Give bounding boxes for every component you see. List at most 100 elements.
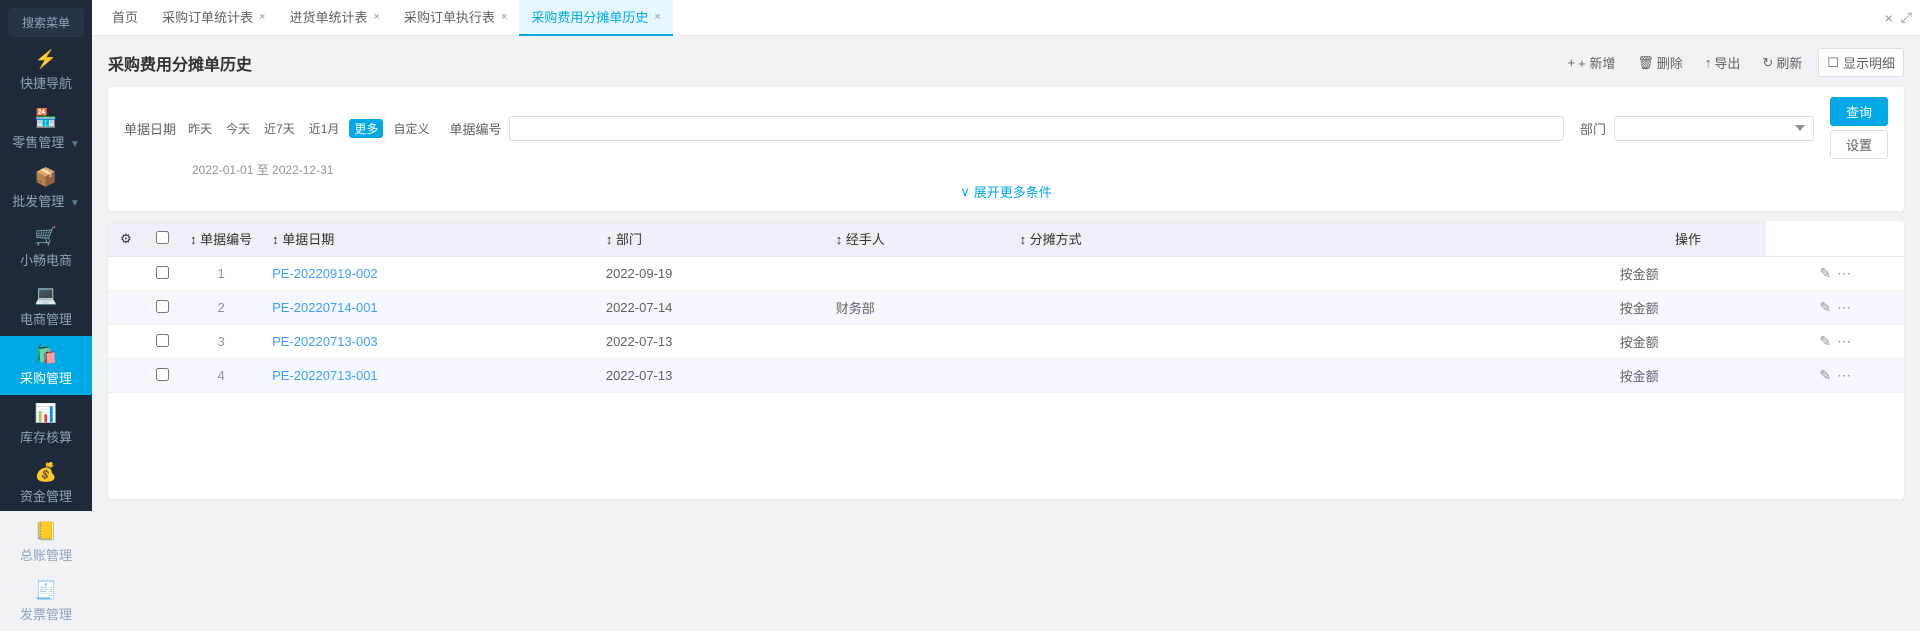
tab-close-purchase-in-stats[interactable]: × bbox=[373, 11, 379, 23]
tab-purchase-order-exec[interactable]: 采购订单执行表 × bbox=[392, 0, 519, 36]
refresh-icon: ↻ bbox=[1762, 55, 1773, 71]
last1month-btn[interactable]: 近1月 bbox=[305, 119, 344, 138]
show-cols-button[interactable]: ☐ 显示明细 bbox=[1818, 48, 1904, 77]
tab-close-purchase-fee-split[interactable]: × bbox=[654, 11, 660, 23]
sidebar-item-label: 采购管理 bbox=[20, 368, 72, 387]
tab-purchase-in-stats-label: 进货单统计表 bbox=[289, 7, 367, 26]
sidebar-item-mini[interactable]: 🛒 小畅电商 bbox=[0, 218, 92, 277]
doc-no-link[interactable]: PE-20220714-001 bbox=[272, 300, 378, 315]
row-checkbox-cell[interactable] bbox=[144, 359, 180, 393]
refresh-button[interactable]: ↻ 刷新 bbox=[1756, 49, 1808, 76]
date-range-text: 2022-01-01 至 2022-12-31 bbox=[192, 163, 333, 177]
filter-area: 单据日期 昨天 今天 近7天 近1月 更多 自定义 单据编号 bbox=[108, 87, 1904, 211]
tab-purchase-order-stats-label: 采购订单统计表 bbox=[162, 7, 253, 26]
sidebar-item-label: 小畅电商 bbox=[20, 250, 72, 269]
tab-close-purchase-order-stats[interactable]: × bbox=[259, 11, 265, 23]
more-btn[interactable]: 更多 bbox=[349, 119, 383, 138]
show-cols-label: 显示明细 bbox=[1843, 53, 1895, 72]
doc-no-filter-group: 单据编号 bbox=[449, 116, 1564, 141]
row-checkbox-cell[interactable] bbox=[144, 291, 180, 325]
row-handler bbox=[1010, 325, 1610, 359]
col-dept-label: ↕ 部门 bbox=[606, 232, 642, 247]
tab-purchase-in-stats[interactable]: 进货单统计表 × bbox=[277, 0, 391, 36]
data-table: ⚙ ↕ 单据编号 ↕ 单据日期 ↕ 部门 bbox=[108, 221, 1904, 393]
row-ops: ✎ ⋯ bbox=[1766, 291, 1904, 325]
edit-icon[interactable]: ✎ bbox=[1819, 299, 1831, 316]
dept-select[interactable]: 财务部 bbox=[1614, 116, 1814, 141]
tab-purchase-fee-split[interactable]: 采购费用分摊单历史 × bbox=[519, 0, 672, 36]
today-btn[interactable]: 今天 bbox=[222, 119, 254, 138]
edit-icon[interactable]: ✎ bbox=[1819, 333, 1831, 350]
col-checkbox bbox=[144, 221, 180, 257]
settings-button[interactable]: 设置 bbox=[1830, 130, 1888, 159]
table-row: 4 PE-20220713-001 2022-07-13 按金额 ✎ ⋯ bbox=[108, 359, 1904, 393]
sidebar-item-wholesale[interactable]: 📦 批发管理 ▼ bbox=[0, 159, 92, 218]
add-icon: + bbox=[1568, 55, 1576, 70]
sidebar-item-retail[interactable]: 🏪 零售管理 ▼ bbox=[0, 100, 92, 159]
tab-close-purchase-order-exec[interactable]: × bbox=[501, 11, 507, 23]
row-checkbox[interactable] bbox=[156, 266, 169, 279]
row-settings-cell bbox=[108, 257, 144, 291]
doc-no-input[interactable] bbox=[509, 116, 1564, 141]
row-checkbox-cell[interactable] bbox=[144, 325, 180, 359]
ledger-icon: 📒 bbox=[35, 521, 57, 542]
query-button[interactable]: 查询 bbox=[1830, 97, 1888, 126]
ecom-icon: 💻 bbox=[35, 285, 57, 306]
col-split-method-label: ↕ 分摊方式 bbox=[1020, 232, 1082, 247]
export-icon: ↑ bbox=[1705, 55, 1712, 70]
more-icon[interactable]: ⋯ bbox=[1837, 299, 1851, 316]
mini-icon: 🛒 bbox=[35, 226, 57, 247]
sidebar-search[interactable]: 搜索菜单 bbox=[8, 8, 84, 37]
row-checkbox[interactable] bbox=[156, 334, 169, 347]
more-icon[interactable]: ⋯ bbox=[1837, 265, 1851, 282]
date-filter-label: 单据日期 bbox=[124, 119, 176, 138]
edit-icon[interactable]: ✎ bbox=[1819, 265, 1831, 282]
more-icon[interactable]: ⋯ bbox=[1837, 367, 1851, 384]
inventory-icon: 📊 bbox=[35, 403, 57, 424]
row-checkbox[interactable] bbox=[156, 368, 169, 381]
row-checkbox-cell[interactable] bbox=[144, 257, 180, 291]
row-handler bbox=[1010, 257, 1610, 291]
row-split-method: 按金额 bbox=[1610, 257, 1767, 291]
doc-no-link[interactable]: PE-20220919-002 bbox=[272, 266, 378, 281]
doc-no-link[interactable]: PE-20220713-003 bbox=[272, 334, 378, 349]
row-doc-date: 2022-09-19 bbox=[596, 257, 826, 291]
edit-icon[interactable]: ✎ bbox=[1819, 367, 1831, 384]
sidebar-item-purchase[interactable]: 🛍️ 采购管理 bbox=[0, 336, 92, 395]
row-num: 2 bbox=[180, 291, 262, 325]
add-button[interactable]: + + 新增 bbox=[1562, 49, 1622, 76]
table-row: 3 PE-20220713-003 2022-07-13 按金额 ✎ ⋯ bbox=[108, 325, 1904, 359]
tab-purchase-fee-split-label: 采购费用分摊单历史 bbox=[531, 7, 648, 26]
select-all-checkbox[interactable] bbox=[156, 231, 169, 244]
delete-button[interactable]: 🗑 删除 bbox=[1631, 49, 1689, 76]
yesterday-btn[interactable]: 昨天 bbox=[184, 119, 216, 138]
add-label: + 新增 bbox=[1578, 53, 1615, 72]
main-content: 首页 采购订单统计表 × 进货单统计表 × 采购订单执行表 × 采购费用分摊单历… bbox=[92, 0, 1920, 511]
export-button[interactable]: ↑ 导出 bbox=[1699, 49, 1747, 76]
sidebar-item-inventory[interactable]: 📊 库存核算 bbox=[0, 395, 92, 454]
sidebar-item-quicknav[interactable]: ⚡ 快捷导航 bbox=[0, 41, 92, 100]
sidebar-item-ecom[interactable]: 💻 电商管理 bbox=[0, 277, 92, 336]
sidebar-item-invoice[interactable]: 🧾 发票管理 bbox=[0, 572, 92, 631]
row-checkbox[interactable] bbox=[156, 300, 169, 313]
close-all-tabs-icon[interactable]: × bbox=[1885, 10, 1893, 26]
more-icon[interactable]: ⋯ bbox=[1837, 333, 1851, 350]
expand-more-btn[interactable]: ∨ 展开更多条件 bbox=[124, 182, 1888, 201]
doc-no-link[interactable]: PE-20220713-001 bbox=[272, 368, 378, 383]
data-table-container: ⚙ ↕ 单据编号 ↕ 单据日期 ↕ 部门 bbox=[108, 221, 1904, 499]
row-split-method: 按金额 bbox=[1610, 359, 1767, 393]
row-settings-cell bbox=[108, 291, 144, 325]
maximize-icon[interactable]: ⤢ bbox=[1901, 9, 1912, 26]
tab-purchase-order-stats[interactable]: 采购订单统计表 × bbox=[150, 0, 277, 36]
last7days-btn[interactable]: 近7天 bbox=[260, 119, 299, 138]
tab-home[interactable]: 首页 bbox=[100, 0, 150, 36]
sidebar-item-label: 批发管理 ▼ bbox=[12, 191, 80, 210]
page-header: 采购费用分摊单历史 + + 新增 🗑 删除 ↑ 导出 ↻ 刷新 bbox=[108, 48, 1904, 77]
purchase-icon: 🛍️ bbox=[35, 344, 57, 365]
sidebar-item-finance[interactable]: 💰 资金管理 bbox=[0, 454, 92, 513]
settings-gear-icon[interactable]: ⚙ bbox=[120, 231, 132, 246]
col-settings[interactable]: ⚙ bbox=[108, 221, 144, 257]
custom-btn[interactable]: 自定义 bbox=[389, 119, 433, 138]
doc-no-label: 单据编号 bbox=[449, 119, 501, 138]
sidebar-item-ledger[interactable]: 📒 总账管理 bbox=[0, 513, 92, 572]
